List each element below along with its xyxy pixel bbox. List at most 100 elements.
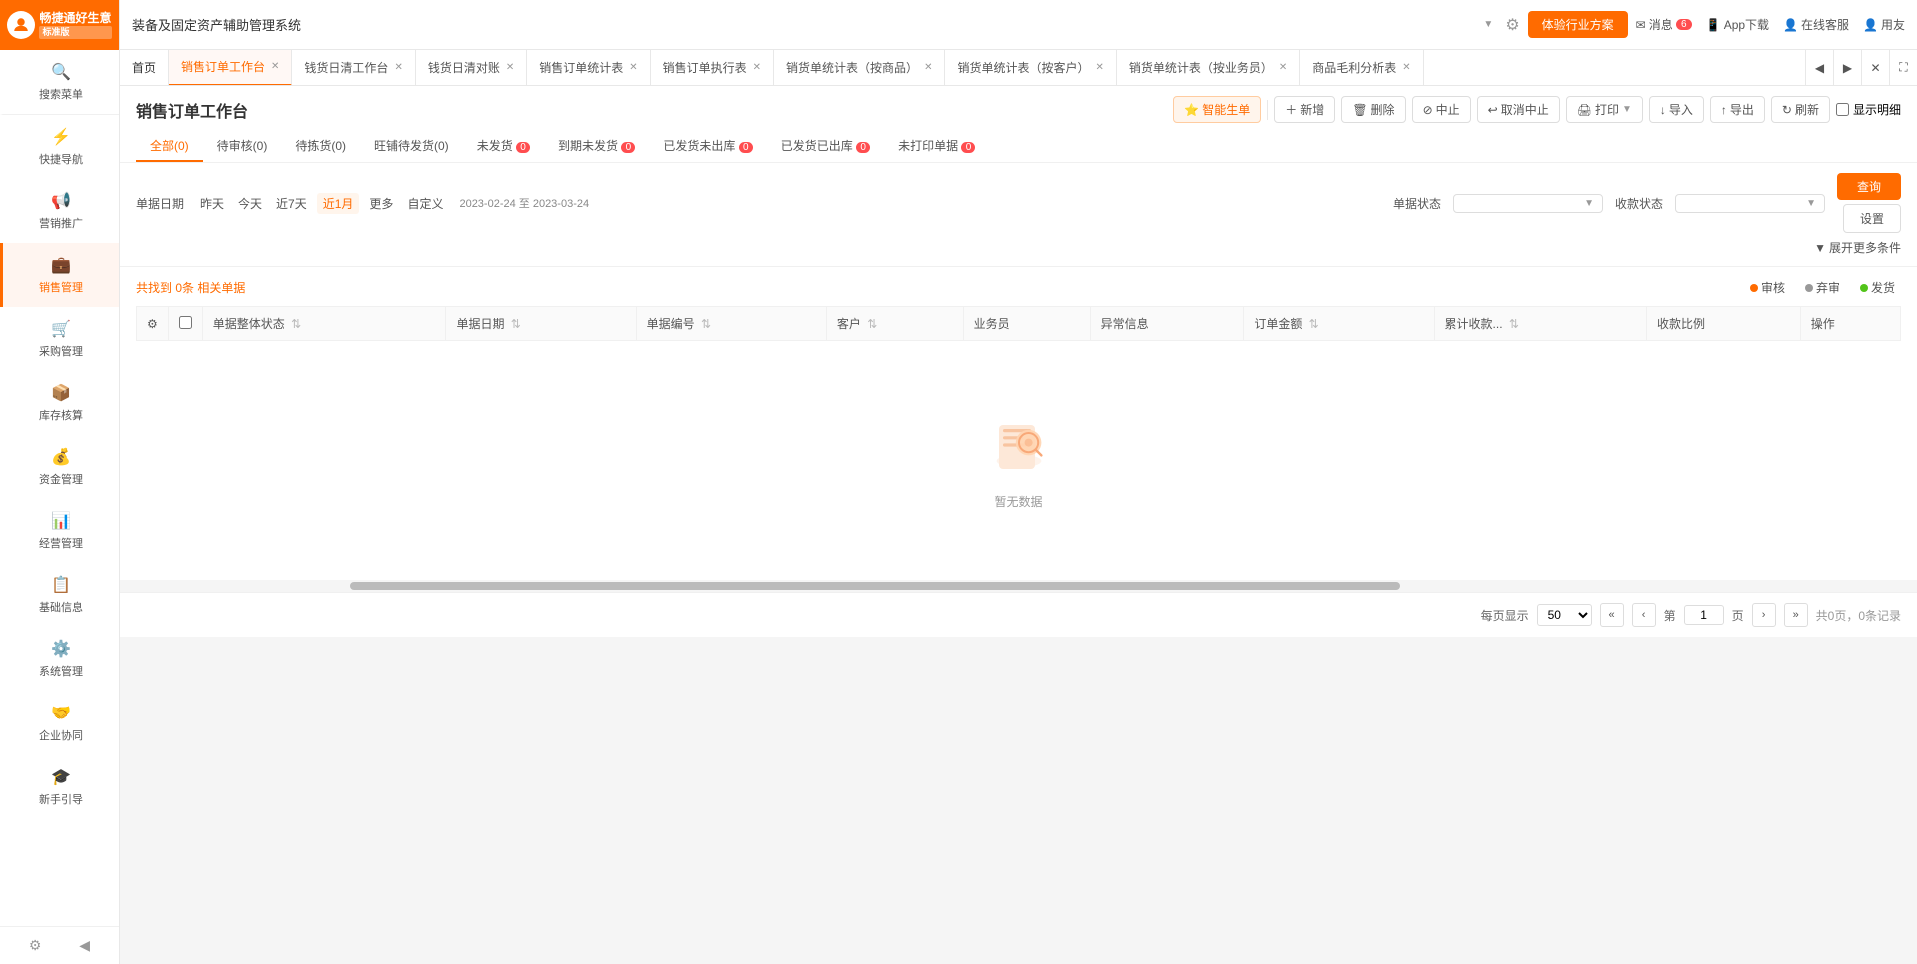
refresh-btn[interactable]: ↻ 刷新 xyxy=(1771,96,1830,123)
sub-tab-wangpu-ship[interactable]: 旺铺待发货(0) xyxy=(360,131,463,162)
show-detail-label[interactable]: 显示明细 xyxy=(1836,101,1901,118)
sidebar-search-label: 搜索菜单 xyxy=(39,86,83,102)
sub-tab-shipped-out-label: 已发货已出库 xyxy=(781,139,853,153)
shortcut-custom[interactable]: 自定义 xyxy=(403,193,447,214)
th-checkbox[interactable] xyxy=(168,307,202,341)
shortcut-today[interactable]: 今天 xyxy=(234,193,266,214)
sidebar-item-purchase[interactable]: 🛒 采购管理 xyxy=(0,307,119,371)
sidebar-item-base[interactable]: 📋 基础信息 xyxy=(0,563,119,627)
th-settings[interactable]: ⚙ xyxy=(137,307,169,341)
th-number-sort[interactable]: ⇅ xyxy=(701,317,711,331)
collapse-icon[interactable]: ◀ xyxy=(79,937,90,954)
smart-btn[interactable]: ⭐ 智能生单 xyxy=(1173,96,1261,123)
shortcut-1month[interactable]: 近1月 xyxy=(317,193,360,214)
tab-sales-workbench-close[interactable]: ✕ xyxy=(271,61,279,72)
sub-tab-shipped-out[interactable]: 已发货已出库 0 xyxy=(767,131,884,162)
th-customer-sort[interactable]: ⇅ xyxy=(867,317,877,331)
sub-tab-all[interactable]: 全部(0) xyxy=(136,131,203,162)
tab-sales-single-customer-close[interactable]: ✕ xyxy=(1095,62,1103,73)
cancel-pause-btn[interactable]: ↩ 取消中止 xyxy=(1477,96,1560,123)
sub-tab-pending-review[interactable]: 待审核(0) xyxy=(203,131,282,162)
th-collected-sort[interactable]: ⇅ xyxy=(1509,317,1519,331)
scrollbar-thumb[interactable] xyxy=(350,582,1400,590)
tab-maximize-btn[interactable]: ⛶ xyxy=(1889,50,1917,86)
system-dropdown-icon[interactable]: ▼ xyxy=(1483,19,1493,30)
next-page-btn[interactable]: › xyxy=(1752,603,1776,627)
sidebar-item-system[interactable]: ⚙️ 系统管理 xyxy=(0,627,119,691)
per-page-select[interactable]: 10 20 50 100 xyxy=(1537,604,1592,626)
first-page-btn[interactable]: « xyxy=(1600,603,1624,627)
prev-page-btn[interactable]: ‹ xyxy=(1632,603,1656,627)
tab-sales-single-product-close[interactable]: ✕ xyxy=(924,62,932,73)
import-btn[interactable]: ↓ 导入 xyxy=(1649,96,1704,123)
horizontal-scrollbar[interactable] xyxy=(120,580,1917,592)
select-all-checkbox[interactable] xyxy=(179,316,192,329)
user-item[interactable]: 👤 用友 xyxy=(1863,16,1905,33)
sidebar-item-inventory[interactable]: 📦 库存核算 xyxy=(0,371,119,435)
tab-sales-single-customer[interactable]: 销货单统计表（按客户） ✕ xyxy=(945,50,1116,86)
action-review-btn[interactable]: 审核 xyxy=(1744,277,1791,298)
sub-tab-pending-pickup[interactable]: 待拣货(0) xyxy=(281,131,360,162)
action-cancel-review-btn[interactable]: 弃审 xyxy=(1799,277,1846,298)
shortcut-7days[interactable]: 近7天 xyxy=(272,193,311,214)
sub-tab-not-shipped[interactable]: 未发货 0 xyxy=(463,131,544,162)
tab-sales-single-product[interactable]: 销货单统计表（按商品） ✕ xyxy=(774,50,945,86)
sidebar-item-quick-nav[interactable]: ⚡ 快捷导航 xyxy=(0,115,119,179)
add-btn[interactable]: ＋ 新增 xyxy=(1274,96,1335,123)
sidebar-item-operation[interactable]: 📊 经营管理 xyxy=(0,499,119,563)
tab-home[interactable]: 首页 xyxy=(120,50,169,86)
shortcut-yesterday[interactable]: 昨天 xyxy=(196,193,228,214)
tab-sales-workbench[interactable]: 销售订单工作台 ✕ xyxy=(169,50,292,86)
tab-cash-daily-close[interactable]: ✕ xyxy=(394,62,402,73)
sidebar-item-marketing[interactable]: 📢 营销推广 xyxy=(0,179,119,243)
settings-bottom-icon[interactable]: ⚙ xyxy=(29,937,42,954)
tab-sales-single-staff[interactable]: 销货单统计表（按业务员） ✕ xyxy=(1117,50,1300,86)
tab-sales-exec[interactable]: 销售订单执行表 ✕ xyxy=(651,50,774,86)
topbar-settings-icon[interactable]: ⚙ xyxy=(1505,15,1519,35)
set-btn[interactable]: 设置 xyxy=(1843,204,1901,233)
online-service-item[interactable]: 👤 在线客服 xyxy=(1783,16,1849,33)
sidebar-item-sales[interactable]: 💼 销售管理 xyxy=(0,243,119,307)
tab-product-margin-close[interactable]: ✕ xyxy=(1402,62,1410,73)
tab-prev-btn[interactable]: ◀ xyxy=(1805,50,1833,86)
sub-tab-not-printed[interactable]: 未打印单据 0 xyxy=(884,131,989,162)
delete-btn[interactable]: 🗑 删除 xyxy=(1341,96,1405,123)
tab-sales-stats-close[interactable]: ✕ xyxy=(629,62,637,73)
show-detail-checkbox[interactable] xyxy=(1836,103,1849,116)
pause-btn[interactable]: ⊘ 中止 xyxy=(1412,96,1471,123)
industry-btn[interactable]: 体验行业方案 xyxy=(1528,11,1628,38)
tab-sales-exec-close[interactable]: ✕ xyxy=(753,62,761,73)
print-btn[interactable]: 🖨 打印 ▼ xyxy=(1566,96,1643,123)
tab-close-all-btn[interactable]: ✕ xyxy=(1861,50,1889,86)
sidebar-item-search[interactable]: 🔍 搜索菜单 xyxy=(0,50,119,115)
expand-btn[interactable]: ▼ 展开更多条件 xyxy=(1814,239,1901,256)
export-btn[interactable]: ↑ 导出 xyxy=(1710,96,1765,123)
last-page-btn[interactable]: » xyxy=(1784,603,1808,627)
tab-sales-single-staff-close[interactable]: ✕ xyxy=(1279,62,1287,73)
th-status-sort[interactable]: ⇅ xyxy=(291,317,301,331)
action-ship-btn[interactable]: 发货 xyxy=(1854,277,1901,298)
filter-payment-select[interactable]: ▼ xyxy=(1675,194,1825,213)
tab-cash-daily[interactable]: 钱货日清工作台 ✕ xyxy=(292,50,415,86)
page-input[interactable] xyxy=(1684,605,1724,625)
tab-cash-reconcile-close[interactable]: ✕ xyxy=(506,62,514,73)
sub-tab-shipped-not-out[interactable]: 已发货未出库 0 xyxy=(649,131,766,162)
sub-tab-expired[interactable]: 到期未发货 0 xyxy=(544,131,649,162)
sidebar-item-finance[interactable]: 💰 资金管理 xyxy=(0,435,119,499)
tab-product-margin[interactable]: 商品毛利分析表 ✕ xyxy=(1300,50,1423,86)
th-date-sort[interactable]: ⇅ xyxy=(511,317,521,331)
query-btn[interactable]: 查询 xyxy=(1837,173,1901,200)
tab-next-btn[interactable]: ▶ xyxy=(1833,50,1861,86)
message-icon: ✉ xyxy=(1636,18,1646,32)
tab-cash-reconcile[interactable]: 钱货日清对账 ✕ xyxy=(416,50,527,86)
sidebar-item-guide[interactable]: 🎓 新手引导 xyxy=(0,755,119,819)
tab-sales-stats[interactable]: 销售订单统计表 ✕ xyxy=(527,50,650,86)
filter-status-select[interactable]: ▼ xyxy=(1453,194,1603,213)
th-amount-sort[interactable]: ⇅ xyxy=(1309,317,1319,331)
app-download-item[interactable]: 📱 App下载 xyxy=(1706,16,1769,33)
cancel-pause-btn-label: 取消中止 xyxy=(1501,101,1549,118)
shortcut-more[interactable]: 更多 xyxy=(365,193,397,214)
th-operation-label: 操作 xyxy=(1811,317,1835,331)
sidebar-item-enterprise[interactable]: 🤝 企业协同 xyxy=(0,691,119,755)
message-item[interactable]: ✉ 消息 6 xyxy=(1636,16,1692,33)
